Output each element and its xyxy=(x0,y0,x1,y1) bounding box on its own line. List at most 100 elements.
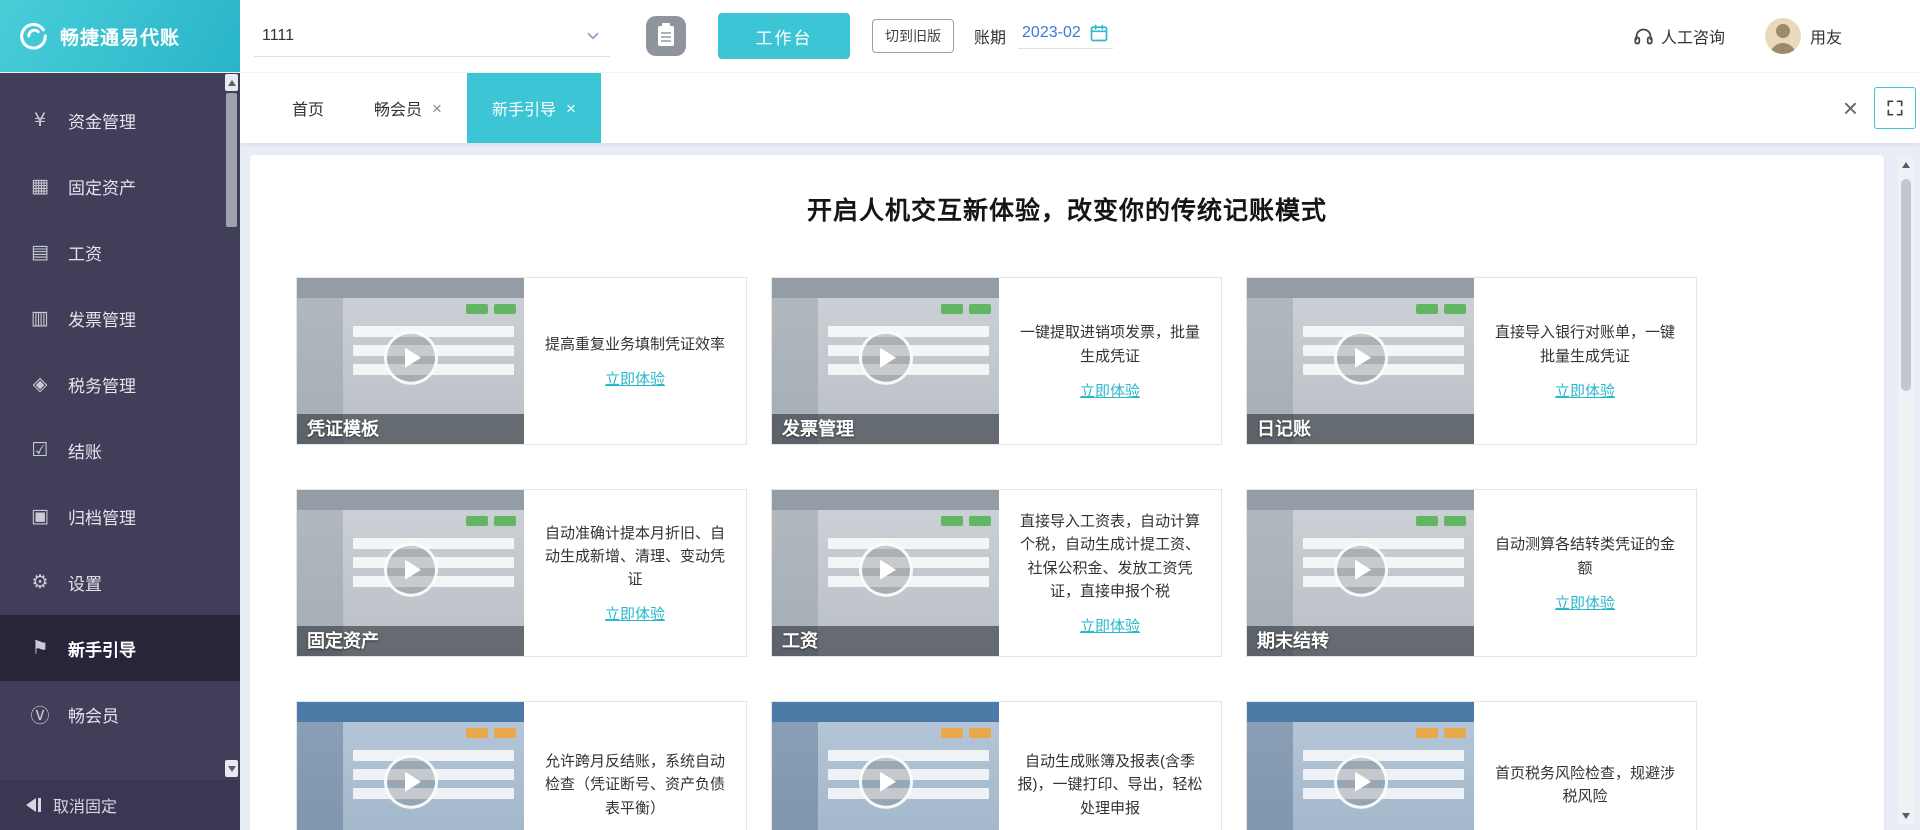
fullscreen-button[interactable] xyxy=(1874,87,1916,129)
tab-home[interactable]: 首页 xyxy=(267,73,349,143)
card-title: 固定资产 xyxy=(297,626,524,656)
play-icon[interactable] xyxy=(1333,542,1388,597)
video-thumbnail[interactable]: 工资 xyxy=(772,490,999,656)
thumbnail-decoration xyxy=(466,728,488,738)
unpin-sidebar-button[interactable]: 取消固定 xyxy=(0,780,240,830)
close-panel-icon[interactable]: × xyxy=(1843,95,1858,121)
try-now-link[interactable]: 立即体验 xyxy=(1555,380,1615,401)
try-now-link[interactable]: 立即体验 xyxy=(1555,592,1615,613)
thumbnail-decoration xyxy=(1444,516,1466,526)
guide-card: 首页税务风险检查，规避涉税风险 xyxy=(1246,701,1697,830)
scroll-down-icon[interactable] xyxy=(225,760,238,777)
thumbnail-decoration xyxy=(772,722,818,830)
sidebar-item-closing[interactable]: ☑ 结账 xyxy=(0,417,240,483)
thumbnail-decoration xyxy=(969,728,991,738)
workbench-button[interactable]: 工作台 xyxy=(718,13,850,59)
sidebar-item-member[interactable]: Ⓥ 畅会员 xyxy=(0,681,240,747)
video-thumbnail[interactable]: 日记账 xyxy=(1247,278,1474,444)
thumbnail-decoration xyxy=(772,278,999,298)
old-version-button[interactable]: 切到旧版 xyxy=(872,19,954,53)
video-thumbnail[interactable]: 期末结转 xyxy=(1247,490,1474,656)
video-thumbnail[interactable]: 发票管理 xyxy=(772,278,999,444)
tab-member[interactable]: 畅会员 × xyxy=(349,73,467,143)
thumbnail-decoration xyxy=(353,326,514,337)
tab-bar: 首页 畅会员 × 新手引导 × × xyxy=(240,73,1920,143)
period-picker[interactable]: 2023-02 xyxy=(1018,23,1113,49)
try-now-link[interactable]: 立即体验 xyxy=(605,368,665,389)
play-icon[interactable] xyxy=(858,542,913,597)
sidebar-item-invoice[interactable]: ▥ 发票管理 xyxy=(0,285,240,351)
try-now-link[interactable]: 立即体验 xyxy=(1080,380,1140,401)
thumbnail-decoration xyxy=(494,728,516,738)
invoice-icon: ▥ xyxy=(31,307,49,329)
brand-name: 畅捷通易代账 xyxy=(60,27,181,49)
play-icon[interactable] xyxy=(858,330,913,385)
consult-button[interactable]: 人工咨询 xyxy=(1633,24,1725,48)
thumbnail-decoration xyxy=(1247,702,1474,722)
clipboard-button[interactable] xyxy=(646,16,686,56)
tab-bar-tabs: 首页 畅会员 × 新手引导 × xyxy=(240,73,601,143)
guide-card: 凭证模板 提高重复业务填制凭证效率 立即体验 xyxy=(296,277,747,445)
play-triangle xyxy=(1355,347,1371,368)
card-description: 允许跨月反结账，系统自动检查（凭证断号、资产负债表平衡） xyxy=(544,753,725,817)
video-thumbnail[interactable]: 凭证模板 xyxy=(297,278,524,444)
sidebar-item-salary[interactable]: ▤ 工资 xyxy=(0,219,240,285)
thumbnail-decoration xyxy=(969,516,991,526)
play-triangle xyxy=(405,347,421,368)
tab-close-icon[interactable]: × xyxy=(566,100,576,117)
play-icon[interactable] xyxy=(1333,330,1388,385)
sidebar-nav: ¥ 资金管理 ▦ 固定资产 ▤ 工资 ▥ 发票管理 ◈ 税务管理 ☑ 结账 ▣ … xyxy=(0,73,240,747)
settings-icon: ⚙ xyxy=(31,571,49,593)
card-description: 首页税务风险检查，规避涉税风险 xyxy=(1494,764,1675,805)
thumbnail-decoration xyxy=(494,516,516,526)
card-body: 提高重复业务填制凭证效率 立即体验 xyxy=(524,278,746,444)
sidebar-item-archive[interactable]: ▣ 归档管理 xyxy=(0,483,240,549)
thumbnail-decoration xyxy=(772,702,999,722)
thumbnail-decoration xyxy=(1303,538,1464,549)
fullscreen-icon xyxy=(1887,100,1903,116)
card-title: 工资 xyxy=(772,626,999,656)
tab-guide[interactable]: 新手引导 × xyxy=(466,73,601,143)
thumbnail-decoration xyxy=(828,750,989,761)
play-icon[interactable] xyxy=(383,330,438,385)
video-thumbnail[interactable] xyxy=(297,702,524,830)
try-now-link[interactable]: 立即体验 xyxy=(1080,615,1140,636)
thumbnail-decoration xyxy=(1247,278,1474,298)
content-scroll-thumb[interactable] xyxy=(1901,179,1911,391)
play-icon[interactable] xyxy=(1333,754,1388,809)
thumbnail-decoration xyxy=(466,304,488,314)
user-menu[interactable]: 用友 xyxy=(1764,18,1842,54)
play-icon[interactable] xyxy=(858,754,913,809)
tax-icon: ◈ xyxy=(32,373,48,395)
sidebar-item-guide[interactable]: ⚑ 新手引导 xyxy=(0,615,240,681)
sidebar-item-funds[interactable]: ¥ 资金管理 xyxy=(0,87,240,153)
sidebar-item-settings[interactable]: ⚙ 设置 xyxy=(0,549,240,615)
play-icon[interactable] xyxy=(383,754,438,809)
video-thumbnail[interactable]: 固定资产 xyxy=(297,490,524,656)
scroll-down-icon[interactable] xyxy=(1902,813,1910,819)
thumbnail-decoration xyxy=(297,722,343,830)
sidebar-scroll-thumb[interactable] xyxy=(226,93,237,227)
sidebar-item-fixed-assets[interactable]: ▦ 固定资产 xyxy=(0,153,240,219)
card-description: 自动准确计提本月折旧、自动生成新增、清理、变动凭证 xyxy=(544,524,725,589)
sidebar-item-tax[interactable]: ◈ 税务管理 xyxy=(0,351,240,417)
member-icon: Ⓥ xyxy=(30,704,50,727)
content-scrollbar[interactable] xyxy=(1898,157,1914,824)
brand-logo-icon xyxy=(20,22,47,50)
video-thumbnail[interactable] xyxy=(772,702,999,830)
tab-close-icon[interactable]: × xyxy=(432,100,442,117)
play-triangle xyxy=(1355,559,1371,580)
thumbnail-decoration xyxy=(466,516,488,526)
main-content: 开启人机交互新体验，改变你的传统记账模式 凭证模板 提高重复业务填制凭证效率 立… xyxy=(240,143,1920,830)
account-select[interactable]: 1111 xyxy=(254,15,610,57)
video-thumbnail[interactable] xyxy=(1247,702,1474,830)
guide-card: 自动生成账簿及报表(含季报)，一键打印、导出，轻松处理申报 xyxy=(771,701,1222,830)
thumbnail-decoration xyxy=(1303,326,1464,337)
card-title: 发票管理 xyxy=(772,414,999,444)
scroll-up-icon[interactable] xyxy=(225,74,238,91)
play-icon[interactable] xyxy=(383,542,438,597)
sidebar-scrollbar[interactable] xyxy=(225,73,238,778)
try-now-link[interactable]: 立即体验 xyxy=(605,603,665,624)
scroll-up-icon[interactable] xyxy=(1902,162,1910,168)
guide-card: 期末结转 自动测算各结转类凭证的金额 立即体验 xyxy=(1246,489,1697,657)
